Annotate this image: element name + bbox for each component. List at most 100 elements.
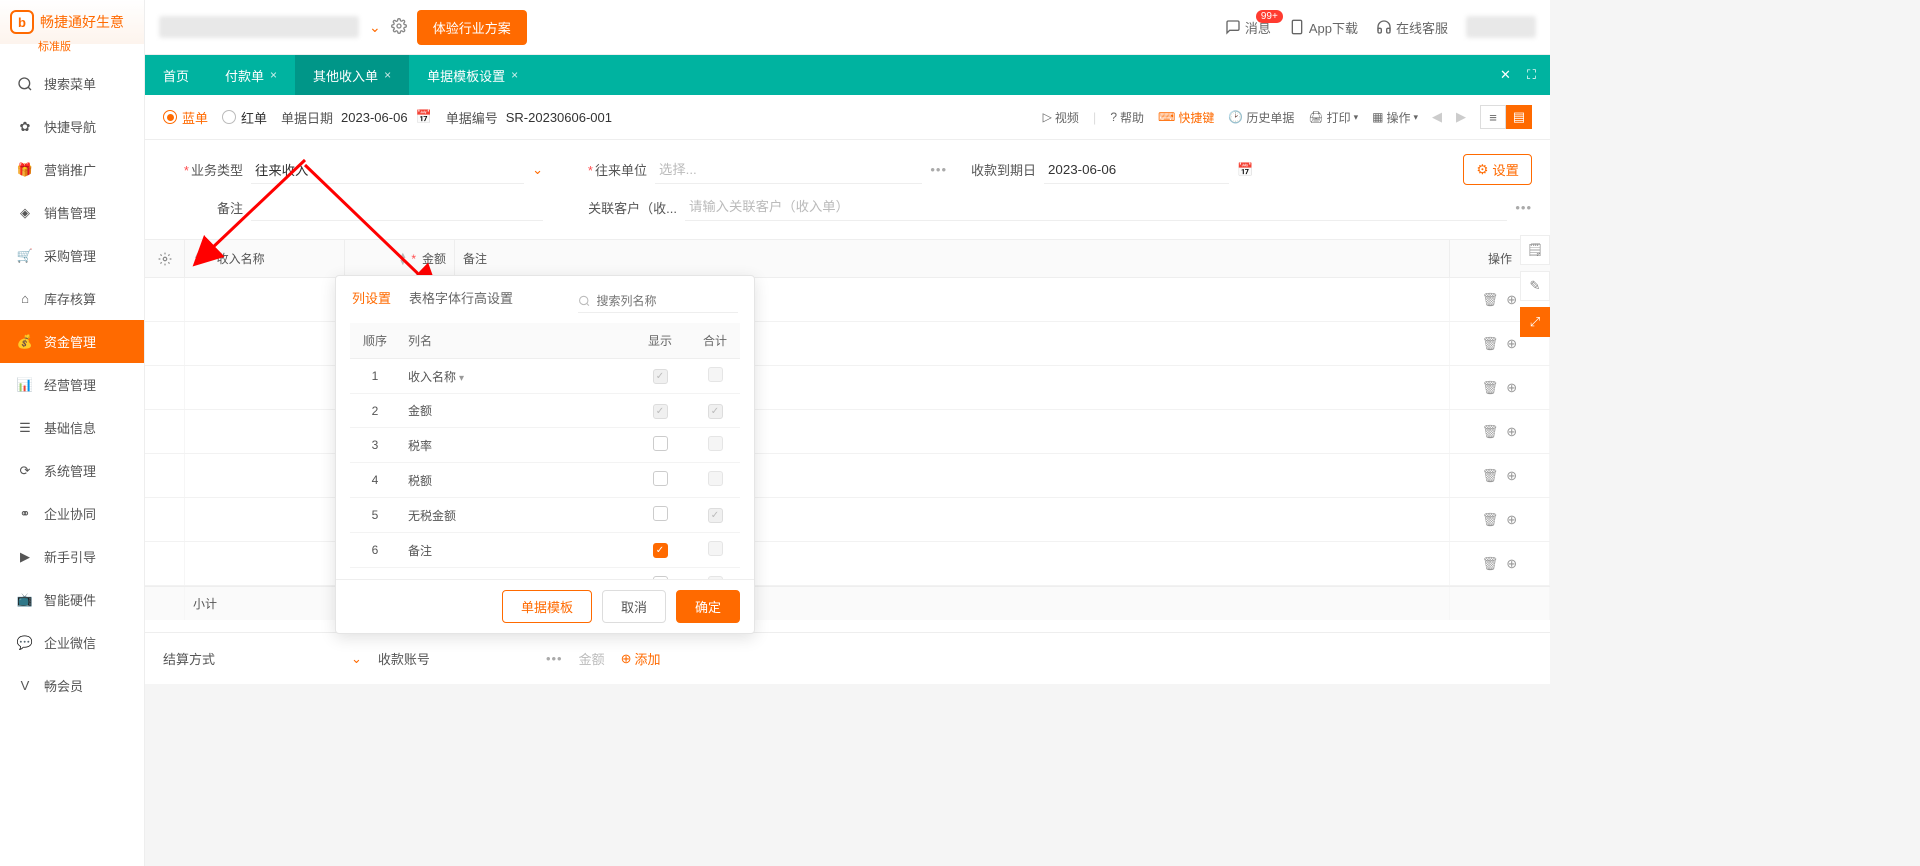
confirm-button[interactable]: 确定 (676, 590, 740, 623)
biz-type-select[interactable] (251, 156, 524, 184)
checkbox-semi-icon[interactable] (653, 404, 668, 419)
checkbox-unchecked-icon[interactable] (653, 506, 668, 521)
sidebar-item-cart[interactable]: 🛒采购管理 (0, 234, 144, 277)
checkbox-unchecked-icon[interactable] (653, 436, 668, 451)
radio-blue[interactable]: 蓝单 (163, 108, 208, 127)
form-settings-button[interactable]: ⚙ 设置 (1463, 154, 1532, 185)
sidebar-item-gift[interactable]: 🎁营销推广 (0, 148, 144, 191)
copy-row-icon[interactable]: ⊕ (1506, 292, 1517, 308)
copy-row-icon[interactable]: ⊕ (1506, 556, 1517, 572)
column-search-input[interactable] (595, 290, 738, 312)
tab-close-all-icon[interactable]: ✕ (1496, 63, 1515, 87)
table-settings-button[interactable] (145, 240, 185, 277)
calendar-icon[interactable]: 📅 (1237, 162, 1253, 178)
column-row[interactable]: 4税额 (350, 463, 740, 498)
sidebar-item-nav[interactable]: ✿快捷导航 (0, 105, 144, 148)
sidebar-item-search[interactable]: 搜索菜单 (0, 62, 144, 105)
shortcut-button[interactable]: ⌨快捷键 (1158, 109, 1214, 126)
sidebar-item-wechat[interactable]: 💬企业微信 (0, 621, 144, 664)
delete-row-icon[interactable]: 🗑 (1482, 336, 1499, 352)
delete-row-icon[interactable]: 🗑 (1482, 468, 1499, 484)
tab-3[interactable]: 单据模板设置× (409, 55, 536, 95)
checkbox-semi-icon[interactable] (708, 404, 723, 419)
unit-lookup-icon[interactable]: ••• (930, 162, 947, 177)
tab-fullscreen-icon[interactable]: ⛶ (1523, 63, 1540, 87)
account-lookup-icon[interactable]: ••• (546, 651, 563, 666)
checkbox-unchecked-icon[interactable] (653, 471, 668, 486)
checkbox-semi-icon[interactable] (653, 369, 668, 384)
col-remark[interactable]: 备注 (455, 240, 1450, 277)
sidebar-item-sales[interactable]: ◈销售管理 (0, 191, 144, 234)
checkbox-unchecked-icon[interactable] (653, 576, 668, 579)
online-service-button[interactable]: 在线客服 (1376, 18, 1448, 37)
col-income-name[interactable]: ▲▼ *收入名称 (185, 240, 345, 277)
copy-row-icon[interactable]: ⊕ (1506, 424, 1517, 440)
sidebar-item-coop[interactable]: ⚭企业协同 (0, 492, 144, 535)
history-button[interactable]: 🕑历史单据 (1228, 109, 1294, 126)
template-button[interactable]: 单据模板 (502, 590, 592, 623)
delete-row-icon[interactable]: 🗑 (1482, 556, 1499, 572)
calendar-icon[interactable]: 📅 (416, 109, 432, 125)
sidebar-item-sys[interactable]: ⟳系统管理 (0, 449, 144, 492)
nav-next-icon[interactable]: ▶ (1456, 109, 1466, 125)
date-value[interactable]: 2023-06-06 (341, 110, 408, 125)
video-button[interactable]: ▷视频 (1043, 109, 1079, 126)
tab-close-icon[interactable]: × (270, 68, 277, 82)
checkbox-checked-icon[interactable] (653, 543, 668, 558)
assoc-customer-input[interactable] (685, 193, 1507, 221)
tab-close-icon[interactable]: × (384, 68, 391, 82)
column-row[interactable]: 7核销金额 (350, 568, 740, 579)
tab-close-icon[interactable]: × (511, 68, 518, 82)
sidebar-item-hw[interactable]: 📺智能硬件 (0, 578, 144, 621)
delete-row-icon[interactable]: 🗑 (1482, 424, 1499, 440)
sidebar-item-base[interactable]: ☰基础信息 (0, 406, 144, 449)
view-list-button[interactable]: ≡ (1480, 105, 1506, 129)
tab-1[interactable]: 付款单× (207, 55, 295, 95)
copy-row-icon[interactable]: ⊕ (1506, 512, 1517, 528)
float-note-icon[interactable]: 🗒 (1520, 235, 1550, 265)
chevron-down-icon[interactable]: ⌄ (351, 651, 362, 667)
column-row[interactable]: 5无税金额 (350, 498, 740, 533)
due-date-input[interactable] (1044, 156, 1229, 184)
column-row[interactable]: 1收入名称▾ (350, 359, 740, 394)
unit-input[interactable] (655, 156, 922, 184)
checkbox-semi-icon[interactable] (708, 508, 723, 523)
copy-row-icon[interactable]: ⊕ (1506, 468, 1517, 484)
remark-input[interactable] (251, 193, 543, 221)
popup-tab-columns[interactable]: 列设置 (352, 288, 391, 315)
copy-row-icon[interactable]: ⊕ (1506, 336, 1517, 352)
sidebar-item-stock[interactable]: ⌂库存核算 (0, 277, 144, 320)
sidebar-item-biz[interactable]: 📊经营管理 (0, 363, 144, 406)
org-settings-icon[interactable] (391, 18, 407, 37)
col-amount[interactable]: ▲▼ *金额 (345, 240, 455, 277)
sidebar-item-vip[interactable]: V畅会员 (0, 664, 144, 707)
add-settle-button[interactable]: ⊕ 添加 (621, 649, 661, 668)
view-card-button[interactable]: ▤ (1506, 105, 1532, 129)
radio-red[interactable]: 红单 (222, 108, 267, 127)
chevron-down-icon[interactable]: ▾ (459, 373, 464, 384)
column-row[interactable]: 2金额 (350, 394, 740, 428)
tab-2[interactable]: 其他收入单× (295, 55, 409, 95)
app-download-button[interactable]: App下载 (1289, 18, 1358, 37)
delete-row-icon[interactable]: 🗑 (1482, 380, 1499, 396)
delete-row-icon[interactable]: 🗑 (1482, 512, 1499, 528)
nav-prev-icon[interactable]: ◀ (1432, 109, 1442, 125)
delete-row-icon[interactable]: 🗑 (1482, 292, 1499, 308)
user-avatar-blurred[interactable] (1466, 16, 1536, 38)
float-expand-icon[interactable]: ⤢ (1520, 307, 1550, 337)
column-row[interactable]: 6备注 (350, 533, 740, 568)
assoc-lookup-icon[interactable]: ••• (1515, 200, 1532, 215)
sidebar-item-money[interactable]: 💰资金管理 (0, 320, 144, 363)
trial-button[interactable]: 体验行业方案 (417, 10, 527, 45)
cancel-button[interactable]: 取消 (602, 590, 666, 623)
column-row[interactable]: 3税率 (350, 428, 740, 463)
tab-0[interactable]: 首页 (145, 55, 207, 95)
org-dropdown-icon[interactable]: ⌄ (369, 19, 381, 36)
sidebar-item-guide[interactable]: ▶新手引导 (0, 535, 144, 578)
float-edit-icon[interactable]: ✎ (1520, 271, 1550, 301)
popup-tab-style[interactable]: 表格字体行高设置 (409, 288, 513, 315)
message-button[interactable]: 消息 99+ (1225, 18, 1271, 37)
print-button[interactable]: 🖨打印▾ (1308, 109, 1358, 126)
copy-row-icon[interactable]: ⊕ (1506, 380, 1517, 396)
help-button[interactable]: ?帮助 (1110, 109, 1144, 126)
